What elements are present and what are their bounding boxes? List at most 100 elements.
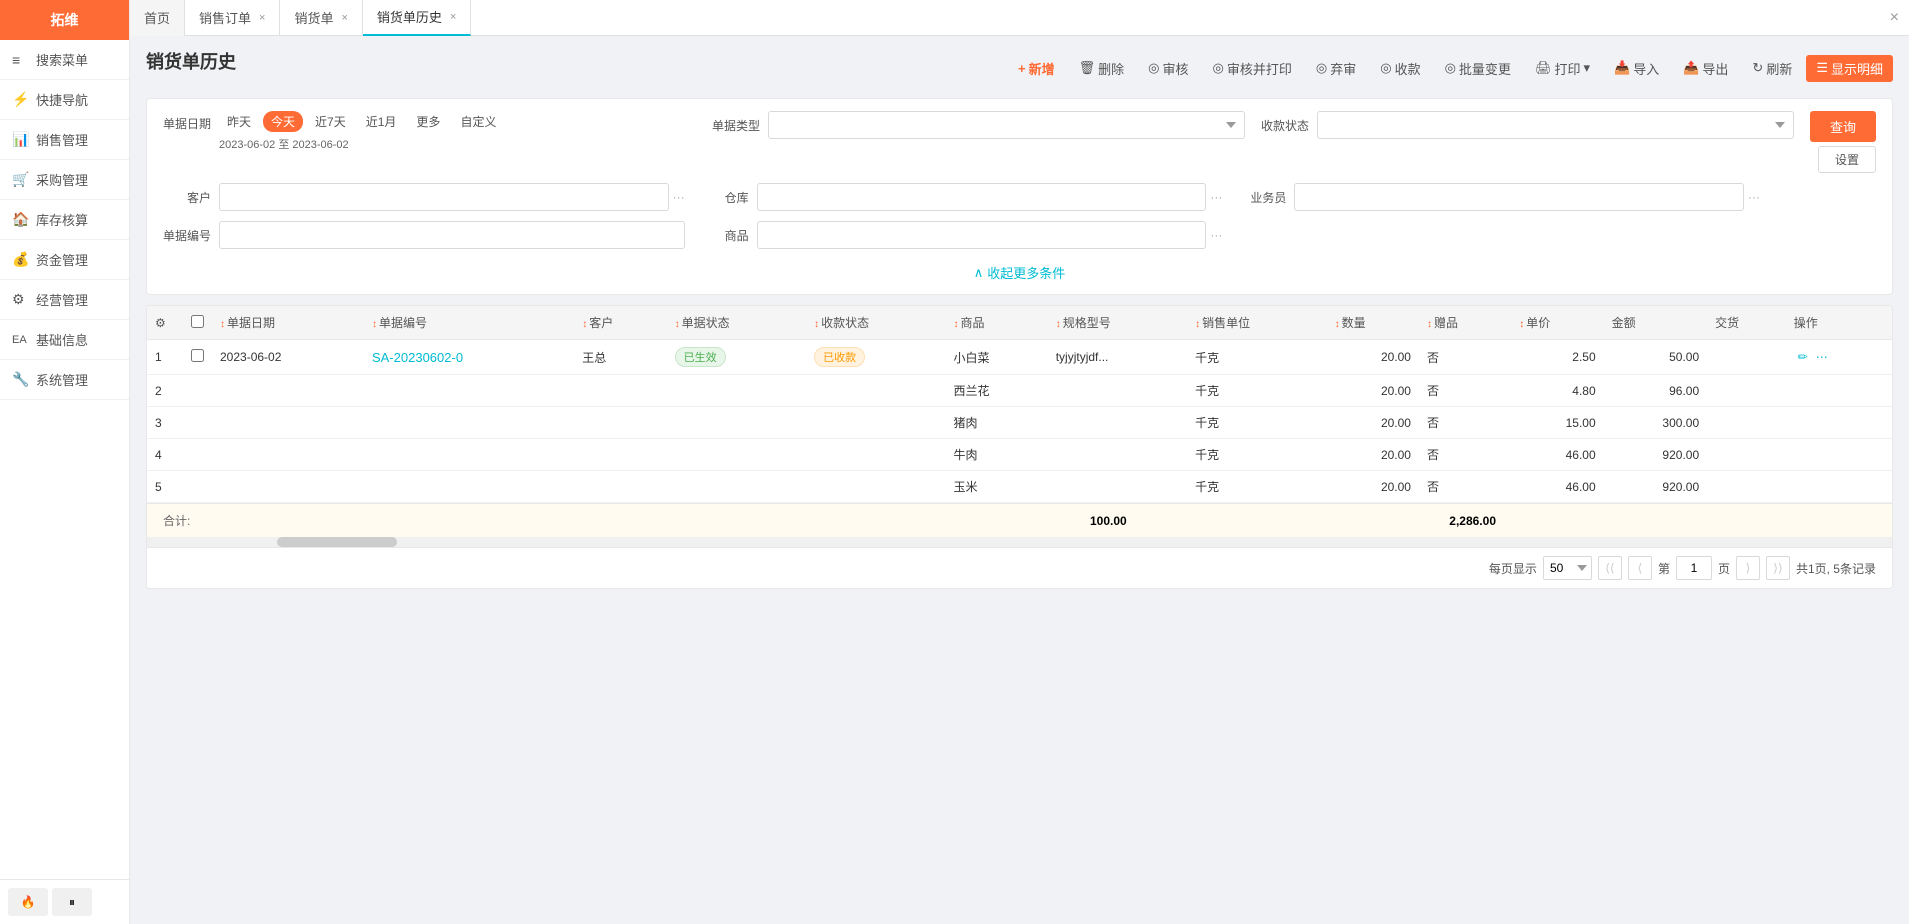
cell-no	[364, 439, 574, 471]
customer-input[interactable]	[219, 183, 669, 211]
col-spec[interactable]: ↕规格型号	[1048, 306, 1187, 340]
cell-gift: 否	[1419, 471, 1511, 503]
sidebar-item-search-menu[interactable]: ≡ 搜索菜单	[0, 40, 129, 80]
col-qty[interactable]: ↕数量	[1327, 306, 1419, 340]
sidebar-item-quick-nav[interactable]: ⚡ 快捷导航	[0, 80, 129, 120]
query-button[interactable]: 查询	[1810, 111, 1876, 142]
sidebar-pause-btn[interactable]: ⏸	[52, 888, 92, 916]
col-collect-status[interactable]: ↕收款状态	[806, 306, 945, 340]
date-tab-1month[interactable]: 近1月	[358, 111, 405, 132]
date-tab-7days[interactable]: 近7天	[307, 111, 354, 132]
page-label: 页	[1718, 560, 1730, 577]
cell-doc-status	[667, 471, 806, 503]
doc-no-link[interactable]: SA-20230602-0	[372, 350, 463, 365]
doc-type-select[interactable]	[768, 111, 1245, 139]
last-page-btn[interactable]: ⟩⟩	[1766, 556, 1790, 580]
cell-spec: tyjyjtyjdf...	[1048, 340, 1187, 375]
agent-input[interactable]	[1294, 183, 1744, 211]
audit-print-icon: ◎	[1213, 60, 1224, 76]
col-goods[interactable]: ↕商品	[946, 306, 1048, 340]
goods-dots[interactable]: ···	[1210, 228, 1222, 242]
sidebar-item-fund-mgmt[interactable]: 💰 资金管理	[0, 240, 129, 280]
row-checkbox[interactable]	[191, 349, 204, 362]
sys-icon: 🔧	[12, 371, 28, 388]
warehouse-dots[interactable]: ···	[1210, 190, 1222, 204]
base-icon: EA	[12, 334, 28, 346]
date-tab-more[interactable]: 更多	[408, 111, 448, 132]
sidebar-item-ops-mgmt[interactable]: ⚙ 经营管理	[0, 280, 129, 320]
sidebar-item-base-info[interactable]: EA 基础信息	[0, 320, 129, 360]
audit-print-button[interactable]: ◎ 审核并打印	[1203, 55, 1302, 82]
col-no[interactable]: ↕单据编号	[364, 306, 574, 340]
collapse-button[interactable]: ∧ 收起更多条件	[974, 263, 1066, 282]
col-customer[interactable]: ↕客户	[574, 306, 666, 340]
cell-amount: 300.00	[1604, 407, 1708, 439]
warehouse-label: 仓库	[701, 189, 749, 206]
tab-home[interactable]: 首页	[130, 0, 185, 36]
batch-change-icon: ◎	[1445, 60, 1456, 76]
page-number-input[interactable]	[1676, 556, 1712, 580]
cell-amount: 920.00	[1604, 439, 1708, 471]
page-size-select[interactable]: 50 100	[1543, 556, 1592, 580]
export-button[interactable]: 📤 导出	[1673, 55, 1738, 82]
select-all-checkbox[interactable]	[191, 315, 204, 328]
batch-change-button[interactable]: ◎ 批量变更	[1435, 55, 1521, 82]
col-date[interactable]: ↕单据日期	[212, 306, 364, 340]
col-delivery: 交货	[1707, 306, 1786, 340]
sidebar-item-inventory[interactable]: 🏠 库存核算	[0, 200, 129, 240]
delete-button[interactable]: 🗑 删除	[1069, 55, 1135, 82]
collect-status-select[interactable]	[1317, 111, 1794, 139]
refresh-button[interactable]: ↻ 刷新	[1742, 55, 1802, 82]
import-button[interactable]: 📥 导入	[1604, 55, 1669, 82]
tab-sales-history[interactable]: 销货单历史 ×	[363, 0, 471, 36]
refresh-icon: ↻	[1752, 60, 1763, 76]
show-detail-button[interactable]: ☰ 显示明细	[1806, 55, 1893, 82]
audit-button[interactable]: ◎ 审核	[1138, 55, 1198, 82]
print-button[interactable]: 🖨 打印 ▾	[1525, 55, 1600, 82]
more-action-btn[interactable]: ⋯	[1812, 350, 1832, 364]
sidebar-item-purchase-mgmt[interactable]: 🛒 采购管理	[0, 160, 129, 200]
agent-dots[interactable]: ···	[1748, 190, 1760, 204]
tab-sales-order[interactable]: 销售订单 ×	[185, 0, 280, 36]
date-tab-yesterday[interactable]: 昨天	[219, 111, 259, 132]
sales-icon: 📊	[12, 131, 28, 148]
goods-input[interactable]	[757, 221, 1207, 249]
page-title: 销货单历史	[146, 48, 236, 74]
date-tab-today[interactable]: 今天	[263, 111, 303, 132]
table-row: 4 牛肉 千克 20.00 否 46.00 920.00	[147, 439, 1892, 471]
doc-no-input[interactable]	[219, 221, 685, 249]
col-gift[interactable]: ↕赠品	[1419, 306, 1511, 340]
tab-bar: 首页 销售订单 × 销货单 × 销货单历史 × ×	[130, 0, 1909, 36]
col-price[interactable]: ↕单价	[1511, 306, 1603, 340]
date-tab-custom[interactable]: 自定义	[452, 111, 504, 132]
col-settings[interactable]: ⚙	[147, 306, 183, 340]
cell-index: 2	[147, 375, 183, 407]
sidebar-item-sales-mgmt[interactable]: 📊 销售管理	[0, 120, 129, 160]
prev-page-btn[interactable]: ⟨	[1628, 556, 1652, 580]
close-sales-goods-icon[interactable]: ×	[341, 12, 347, 24]
cell-price: 2.50	[1511, 340, 1603, 375]
next-page-btn[interactable]: ⟩	[1736, 556, 1760, 580]
date-tabs: 昨天 今天 近7天 近1月 更多 自定义	[219, 111, 504, 132]
add-button[interactable]: + 新增	[1008, 55, 1065, 82]
abandon-button[interactable]: ◎ 弃审	[1306, 55, 1366, 82]
horizontal-scrollbar[interactable]	[147, 537, 1892, 547]
close-sales-history-icon[interactable]: ×	[450, 11, 456, 23]
cell-unit: 千克	[1187, 340, 1326, 375]
col-unit[interactable]: ↕销售单位	[1187, 306, 1326, 340]
first-page-btn[interactable]: ⟨⟨	[1598, 556, 1622, 580]
scrollbar-thumb[interactable]	[277, 537, 397, 547]
warehouse-input[interactable]	[757, 183, 1207, 211]
edit-action-btn[interactable]: ✏	[1794, 350, 1812, 364]
close-sales-order-icon[interactable]: ×	[259, 12, 265, 24]
close-all-tabs[interactable]: ×	[1880, 9, 1909, 27]
collect-button[interactable]: ◎ 收款	[1370, 55, 1430, 82]
sidebar-item-sys-mgmt[interactable]: 🔧 系统管理	[0, 360, 129, 400]
customer-dots[interactable]: ···	[673, 190, 685, 204]
sidebar-fire-btn[interactable]: 🔥	[8, 888, 48, 916]
col-doc-status[interactable]: ↕单据状态	[667, 306, 806, 340]
set-button[interactable]: 设置	[1818, 146, 1876, 173]
main-area: 首页 销售订单 × 销货单 × 销货单历史 × × 销货单历史 + 新增	[130, 0, 1909, 924]
total-info: 共1页, 5条记录	[1796, 560, 1876, 577]
tab-sales-goods[interactable]: 销货单 ×	[280, 0, 362, 36]
